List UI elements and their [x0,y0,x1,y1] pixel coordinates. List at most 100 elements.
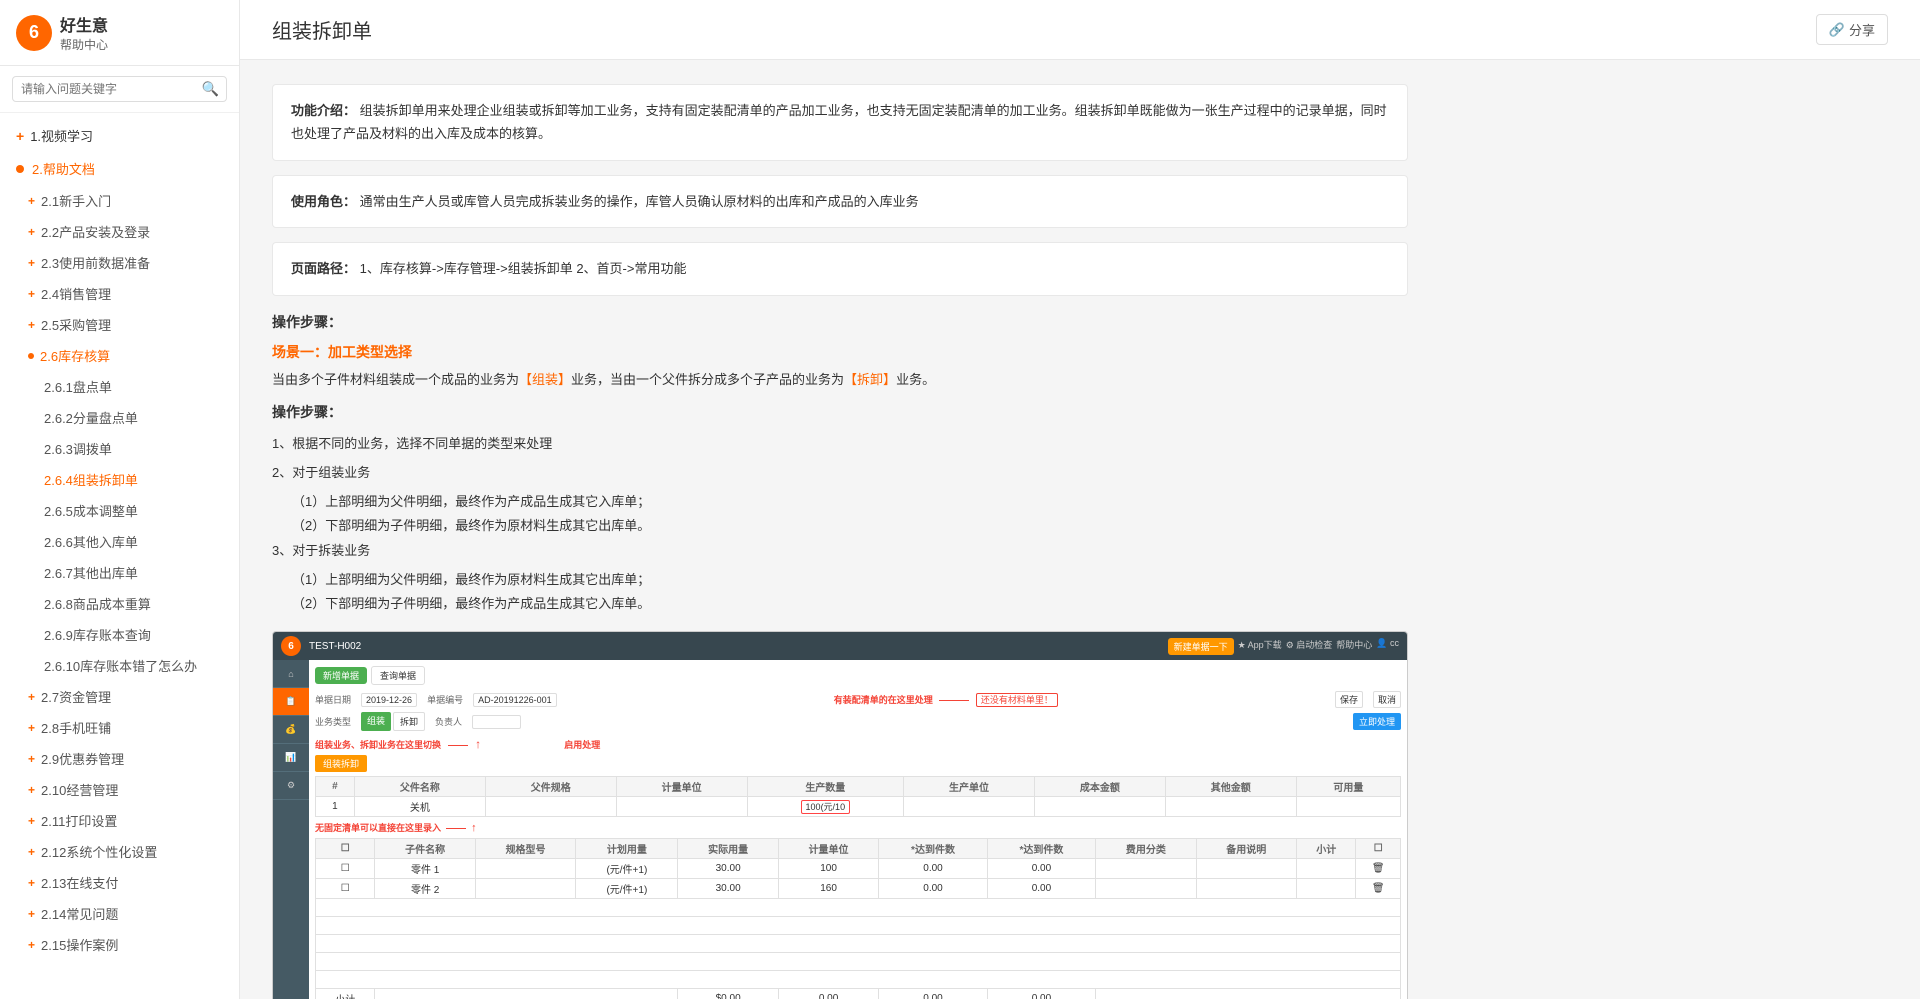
sidebar-item-2-6-2[interactable]: 2.6.2分量盘点单 [44,402,239,433]
sidebar-item-2-2[interactable]: + 2.2产品安装及登录 [28,216,239,247]
ss-child-cell-price2: 0.00 [987,879,1095,899]
sidebar-item-2-15[interactable]: + 2.15操作案例 [28,929,239,960]
ss-child-cell-ops [1196,859,1296,879]
ss-logo: 6 [281,636,301,656]
ss-user: 👤 cc [1376,638,1399,655]
intro-block-2: 使用角色： 通常由生产人员或库管人员完成拆装业务的操作，库管人员确认原材料的出库… [272,175,1408,228]
search-box: 🔍 [0,66,239,113]
sidebar-item-2-5[interactable]: + 2.5采购管理 [28,309,239,340]
sidebar-item-2-6-10[interactable]: 2.6.10库存账本错了怎么办 [44,650,239,681]
sidebar-item-2-6-8[interactable]: 2.6.8商品成本重算 [44,588,239,619]
ss-cell-other [1165,797,1296,817]
sidebar-item-2-6-4[interactable]: 2.6.4组装拆卸单 [44,464,239,495]
ss-child-col-name: 子件名称 [375,839,475,859]
nav-group-videos-label: 1.视频学习 [30,126,93,145]
ss-child-col-del: ☐ [1356,839,1401,859]
ss-child-cell-ops2 [1196,879,1296,899]
ss-main-area: 新增单据 查询单据 单据日期 2019-12-26 单据编号 AD-201912… [309,660,1407,999]
sidebar-item-2-8[interactable]: + 2.8手机旺铺 [28,712,239,743]
ss-field-date-value: 2019-12-26 [361,693,417,707]
sidebar-item-2-7[interactable]: + 2.7资金管理 [28,681,239,712]
ss-nav-icon-3: 💰 [273,716,309,744]
sidebar-item-2-6-3[interactable]: 2.6.3调拨单 [44,433,239,464]
expand-icon: + [28,721,35,735]
ss-empty-row7 [316,971,1401,989]
step2: 2、对于组装业务 [272,461,1408,486]
nav-2-6-children: 2.6.1盘点单 2.6.2分量盘点单 2.6.3调拨单 2.6.4组装拆卸单 … [28,371,239,681]
sidebar-item-2-6-9[interactable]: 2.6.9库存账本查询 [44,619,239,650]
logo-subtitle: 帮助中心 [60,36,108,53]
expand-icon: + [28,907,35,921]
sidebar-item-2-9[interactable]: + 2.9优惠券管理 [28,743,239,774]
ss-child-table: ☐ 子件名称 规格型号 计划用量 实际用量 计量单位 *达到件数 *达到件数 费 [315,838,1401,999]
intro2-text: 通常由生产人员或库管人员完成拆装业务的操作，库管人员确认原材料的出库和产成品的入… [360,194,919,209]
ss-child-cell-name: 零件 1 [375,859,475,879]
ss-parent-table: # 父件名称 父件规格 计量单位 生产数量 生产单位 成本金额 其他金额 可用量 [315,776,1401,817]
page-title: 组装拆卸单 [272,15,372,44]
ss-col-num: # [316,777,355,797]
open-indicator [28,353,34,359]
sidebar-item-2-4[interactable]: + 2.4销售管理 [28,278,239,309]
expand-icon: + [28,876,35,890]
ss-child-cell-price: 0.00 [987,859,1095,879]
ss-child-cell-sub2 [1297,879,1356,899]
ss-section-label: 组装拆卸 [315,755,367,772]
ss-topbar-id: TEST-H002 [309,641,361,652]
expand-icon: + [28,814,35,828]
sidebar-item-2-6-6[interactable]: 2.6.6其他入库单 [44,526,239,557]
ss-child-cell-plan: (元/件+1) [576,859,678,879]
nav-group-videos-title[interactable]: + 1.视频学习 [0,119,239,152]
expand-icon: + [28,752,35,766]
sidebar-item-2-14[interactable]: + 2.14常见问题 [28,898,239,929]
ss-ann4-line [446,828,466,829]
ss-tabs: 新增单据 查询单据 [315,666,1401,685]
operations-section: 操作步骤： 场景一：加工类型选择 当由多个子件材料组装成一个成品的业务为【组装】… [272,312,1408,999]
logo-title: 好生意 [60,12,108,36]
step3-2: （2）下部明细为子件明细，最终作为产成品生成其它入库单。 [272,592,1408,617]
step2-2: （2）下部明细为子件明细，最终作为原材料生成其它出库单。 [272,514,1408,539]
expand-icon: + [28,194,35,208]
sidebar-item-2-13[interactable]: + 2.13在线支付 [28,867,239,898]
ss-col-spec: 父件规格 [485,777,616,797]
ss-arrow-line [939,700,969,701]
sidebar-item-2-10[interactable]: + 2.10经营管理 [28,774,239,805]
ss-cell-name: 关机 [354,797,485,817]
ss-empty-row6 [316,953,1401,971]
sidebar-item-2-6-5[interactable]: 2.6.5成本调整单 [44,495,239,526]
ss-cell-spec [485,797,616,817]
ss-col-cost: 成本金额 [1034,777,1165,797]
ss-child-cell-check: ☐ [316,859,375,879]
ss-child-cell-spec [475,859,575,879]
nav-group-videos: + 1.视频学习 [0,119,239,152]
sidebar-item-2-3[interactable]: + 2.3使用前数据准备 [28,247,239,278]
step3: 3、对于拆装业务 [272,539,1408,564]
ss-field-date-label: 单据日期 [315,693,351,706]
ss-ann4-arrow: ↑ [471,822,477,834]
ss-cell-qty: 100(元/10 [747,797,903,817]
sidebar-item-2-6-7[interactable]: 2.6.7其他出库单 [44,557,239,588]
share-button[interactable]: 🔗 分享 [1816,14,1888,45]
expand-icon: + [28,783,35,797]
ss-type-assemble: 组装 [361,712,391,731]
sidebar-item-2-6[interactable]: 2.6库存核算 [28,340,239,371]
ss-foot-empty [375,989,678,999]
ss-nav-icon-2: 📋 [273,688,309,716]
ss-setting: ⚙ 启动检查 [1286,638,1333,655]
sidebar-item-2-6-1[interactable]: 2.6.1盘点单 [44,371,239,402]
ss-cell-avail [1296,797,1400,817]
ss-empty-row5 [316,935,1401,953]
search-input[interactable] [12,76,227,102]
intro1-label: 功能介绍： [291,103,356,118]
ss-child-cell-spec2 [475,879,575,899]
expand-icon: + [28,225,35,239]
sidebar-item-2-1[interactable]: + 2.1新手入门 [28,185,239,216]
intro1-text: 组装拆卸单用来处理企业组装或拆卸等加工业务，支持有固定装配清单的产品加工业务，也… [291,103,1387,141]
sidebar-item-2-12[interactable]: + 2.12系统个性化设置 [28,836,239,867]
nav-group-docs-title[interactable]: 2.帮助文档 [0,152,239,185]
ss-header-icons: 新建单据一下 ★ App下载 ⚙ 启动检查 帮助中心 👤 cc [1168,638,1399,655]
ss-type-tabs: 组装 拆卸 [361,712,425,731]
sidebar-item-2-11[interactable]: + 2.11打印设置 [28,805,239,836]
path-label: 页面路径： [291,261,356,276]
ss-ann2-container: 组装业务、拆卸业务在这里切换 ↑ 启用处理 [315,737,1401,751]
share-label: 分享 [1849,20,1875,39]
